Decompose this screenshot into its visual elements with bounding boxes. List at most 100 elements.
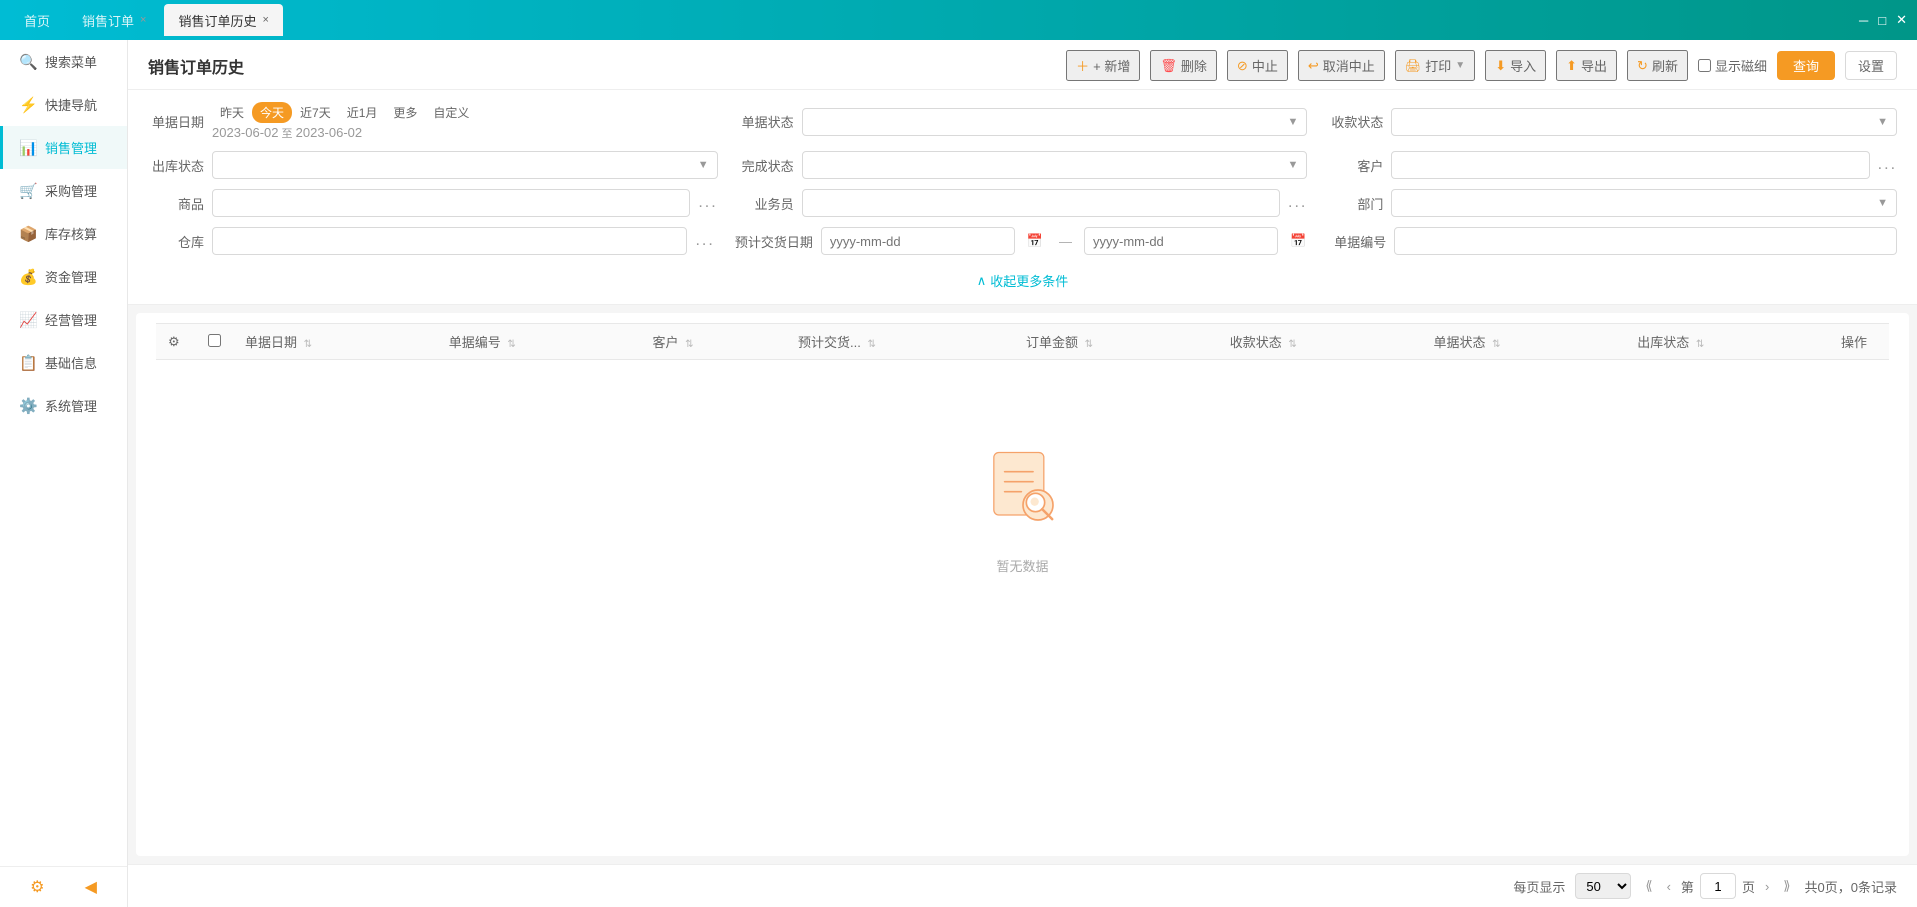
sort-delivery-status-icon[interactable]: ⇅ [1696, 339, 1704, 350]
first-page-btn[interactable]: ⟪ [1641, 876, 1656, 896]
expected-date-end-input[interactable] [1084, 227, 1278, 255]
settings-icon[interactable]: ⚙ [168, 334, 180, 349]
refresh-button[interactable]: ↻ 刷新 [1627, 50, 1688, 81]
display-cols-checkbox[interactable] [1698, 59, 1711, 72]
filter-row-3: 商品 ... 业务员 ... 部门 ▼ [148, 189, 1897, 217]
data-table: ⚙ 单据日期 ⇅ 单据编号 ⇅ [156, 323, 1889, 655]
sidebar-label-sales-mgmt: 销售管理 [45, 138, 97, 157]
page-label: 第 [1681, 877, 1694, 896]
tab-销售订单历史[interactable]: 销售订单历史× [164, 4, 282, 36]
sort-order-amount-icon[interactable]: ⇅ [1085, 339, 1093, 350]
payment-status-select[interactable]: ▼ [1391, 108, 1897, 136]
tab-close-销售订单历史[interactable]: × [262, 14, 268, 26]
sidebar-label-search-menu: 搜索菜单 [45, 52, 97, 71]
sort-customer-icon[interactable]: ⇅ [685, 339, 693, 350]
sidebar-item-purchase-mgmt[interactable]: 🛒采购管理 [0, 169, 127, 212]
date-range-display: 2023-06-02 至 2023-06-02 [212, 125, 718, 141]
window-controls: ─ □ ✕ [1859, 12, 1907, 28]
page-size-select[interactable]: 50 10 20 100 [1575, 873, 1631, 899]
tab-close-销售订单[interactable]: × [140, 14, 146, 26]
date-option-yesterday[interactable]: 昨天 [212, 102, 252, 123]
bill-number-input[interactable] [1394, 227, 1897, 255]
delivery-status-filter-item: 出库状态 ▼ [148, 151, 718, 179]
sidebar-label-inventory: 库存核算 [45, 224, 97, 243]
sidebar-item-finance[interactable]: 💰资金管理 [0, 255, 127, 298]
sidebar-item-inventory[interactable]: 📦库存核算 [0, 212, 127, 255]
product-dots[interactable]: ... [698, 194, 717, 212]
print-button[interactable]: 🖨 打印 ▼ [1395, 50, 1475, 81]
delete-button[interactable]: 🗑 删除 [1150, 50, 1217, 81]
salesman-input[interactable] [802, 189, 1280, 217]
new-button[interactable]: ＋ + 新增 [1066, 50, 1140, 81]
minimize-btn[interactable]: ─ [1859, 13, 1868, 28]
date-option-today[interactable]: 今天 [252, 102, 292, 123]
sidebar-item-search-menu[interactable]: 🔍搜索菜单 [0, 40, 127, 83]
complete-status-select[interactable]: ▼ [802, 151, 1308, 179]
sort-payment-status-icon[interactable]: ⇅ [1288, 339, 1296, 350]
table-body: 暂无数据 [156, 360, 1889, 656]
sort-bill-number-icon[interactable]: ⇅ [507, 339, 515, 350]
delivery-status-arrow: ▼ [698, 159, 709, 171]
close-btn[interactable]: ✕ [1896, 12, 1907, 28]
th-settings: ⚙ [156, 324, 196, 360]
th-delivery-status: 出库状态 ⇅ [1625, 324, 1829, 360]
bill-status-arrow: ▼ [1287, 116, 1298, 128]
date-option-more[interactable]: 更多 [385, 102, 425, 123]
bill-status-label: 单据状态 [738, 112, 794, 131]
sort-bill-date-icon[interactable]: ⇅ [304, 339, 312, 350]
date-option-custom[interactable]: 自定义 [425, 102, 477, 123]
warehouse-dots[interactable]: ... [695, 232, 714, 250]
product-input[interactable] [212, 189, 690, 217]
import-button[interactable]: ⬇ 导入 [1485, 50, 1546, 81]
sidebar-collapse-icon[interactable]: ◀ [85, 877, 97, 897]
sidebar-item-sales-mgmt[interactable]: 📊销售管理 [0, 126, 127, 169]
sidebar-item-quick-nav[interactable]: ⚡快捷导航 [0, 83, 127, 126]
bill-status-select[interactable]: ▼ [802, 108, 1308, 136]
date-option-7days[interactable]: 近7天 [292, 102, 339, 123]
customer-input[interactable] [1391, 151, 1869, 179]
page-number-input[interactable] [1700, 873, 1736, 899]
complete-status-filter-item: 完成状态 ▼ [738, 151, 1308, 179]
sidebar-item-basic-info[interactable]: 📋基础信息 [0, 341, 127, 384]
stop-button[interactable]: ⊘ 中止 [1227, 50, 1288, 81]
cancel-stop-button[interactable]: ↩ 取消中止 [1298, 50, 1385, 81]
sidebar-label-quick-nav: 快捷导航 [45, 95, 97, 114]
sidebar-settings-icon[interactable]: ⚙ [30, 877, 44, 897]
warehouse-input[interactable] [212, 227, 687, 255]
tab-销售订单[interactable]: 销售订单× [68, 4, 160, 36]
collapse-row[interactable]: ∧ 收起更多条件 [148, 265, 1897, 292]
select-all-checkbox[interactable] [208, 334, 221, 347]
date-calendar-start-icon[interactable]: 📅 [1023, 233, 1047, 249]
th-bill-date: 单据日期 ⇅ [233, 324, 437, 360]
salesman-dots[interactable]: ... [1288, 194, 1307, 212]
date-options-row: 昨天 今天 近7天 近1月 更多 自定义 [212, 102, 718, 123]
page-header: 销售订单历史 ＋ + 新增 🗑 删除 ⊘ 中止 ↩ 取消中止 [128, 40, 1917, 90]
sort-bill-status-icon[interactable]: ⇅ [1492, 339, 1500, 350]
export-button[interactable]: ⬆ 导出 [1556, 50, 1617, 81]
sidebar-icon-finance: 💰 [19, 268, 37, 286]
date-calendar-end-icon[interactable]: 📅 [1286, 233, 1310, 249]
query-button[interactable]: 查询 [1777, 51, 1835, 80]
sidebar-item-system[interactable]: ⚙️系统管理 [0, 384, 127, 427]
sort-expected-date-icon[interactable]: ⇅ [867, 339, 875, 350]
empty-illustration [973, 440, 1073, 540]
payment-status-arrow: ▼ [1877, 116, 1888, 128]
display-cols-toggle[interactable]: 显示磁细 [1698, 56, 1767, 75]
prev-page-btn[interactable]: ‹ [1663, 877, 1675, 896]
table-header: ⚙ 单据日期 ⇅ 单据编号 ⇅ [156, 324, 1889, 360]
table-area: ⚙ 单据日期 ⇅ 单据编号 ⇅ [136, 313, 1909, 856]
maximize-btn[interactable]: □ [1878, 13, 1886, 28]
customer-dots[interactable]: ... [1878, 156, 1897, 174]
date-option-1month[interactable]: 近1月 [339, 102, 386, 123]
filter-area: 单据日期 昨天 今天 近7天 近1月 更多 自定义 2023-06-02 至 [128, 90, 1917, 305]
department-select[interactable]: ▼ [1391, 189, 1897, 217]
sidebar-item-operations[interactable]: 📈经营管理 [0, 298, 127, 341]
export-icon: ⬆ [1566, 58, 1577, 74]
expected-date-start-input[interactable] [821, 227, 1015, 255]
delivery-status-select[interactable]: ▼ [212, 151, 718, 179]
tab-首页[interactable]: 首页 [10, 4, 64, 36]
last-page-btn[interactable]: ⟫ [1779, 876, 1794, 896]
th-customer: 客户 ⇅ [640, 324, 786, 360]
next-page-btn[interactable]: › [1761, 877, 1773, 896]
filter-settings-button[interactable]: 设置 [1845, 51, 1897, 80]
